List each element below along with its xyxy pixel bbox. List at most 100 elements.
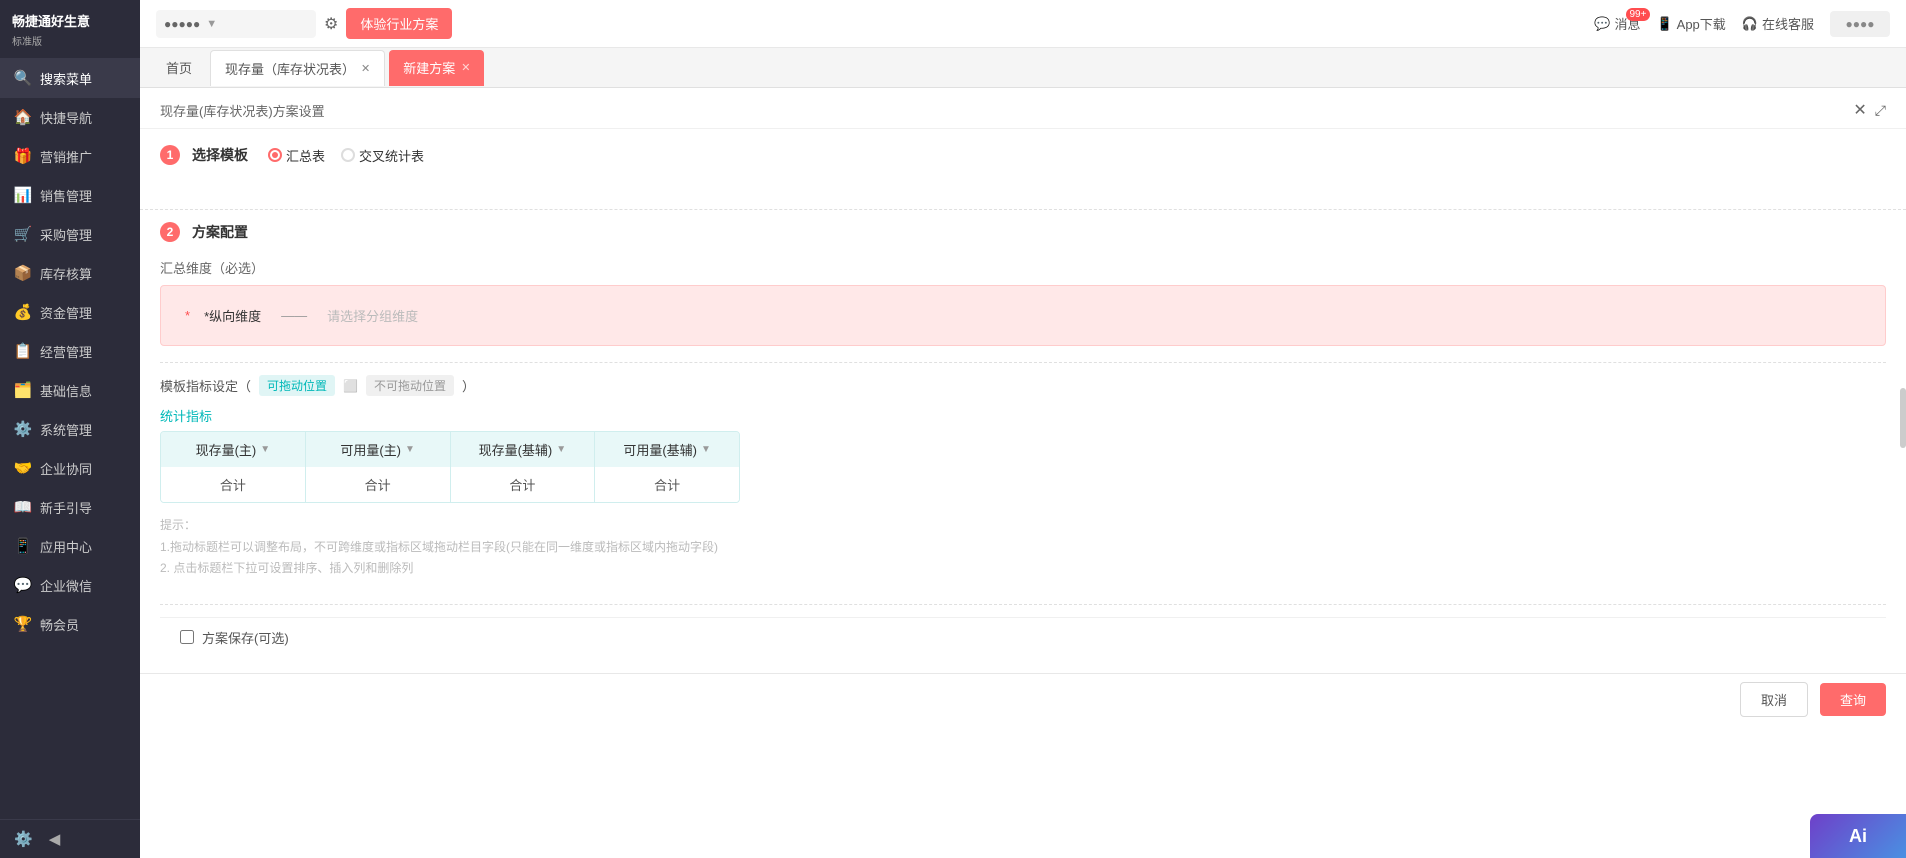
radio-summary-dot — [268, 148, 282, 162]
sidebar-item-label: 企业协同 — [40, 459, 92, 478]
sidebar-item-guide[interactable]: 📖 新手引导 — [0, 488, 140, 527]
stat-col-available-main[interactable]: 可用量(主) ▼ — [306, 432, 451, 467]
config-row: 模板指标设定（ 可拖动位置 ⬜ 不可拖动位置 ） — [160, 375, 1886, 396]
step1-num: 1 — [160, 145, 180, 165]
config-separator: ⬜ — [343, 379, 358, 393]
sidebar-item-label: 新手引导 — [40, 498, 92, 517]
movable-badge: 可拖动位置 — [259, 375, 335, 396]
book-icon: 📖 — [14, 498, 32, 516]
sidebar-item-search[interactable]: 🔍 搜索菜单 — [0, 59, 140, 98]
user-avatar[interactable]: ●●●● — [1830, 11, 1890, 37]
sidebar-item-sales[interactable]: 📊 销售管理 — [0, 176, 140, 215]
chevron-current-aux-icon[interactable]: ▼ — [556, 444, 566, 455]
sidebar-item-member[interactable]: 🏆 畅会员 — [0, 605, 140, 644]
tab-home[interactable]: 首页 — [152, 50, 206, 86]
trial-button[interactable]: 体验行业方案 — [346, 8, 452, 39]
stat-col-current-main-label: 现存量(主) — [196, 440, 257, 459]
sidebar-item-appstore[interactable]: 📱 应用中心 — [0, 527, 140, 566]
tab-home-label: 首页 — [166, 58, 192, 77]
app-title: 畅捷通好生意 — [12, 14, 128, 31]
scroll-indicator[interactable] — [1900, 388, 1906, 448]
topbar-settings-icon[interactable]: ⚙ — [324, 14, 338, 34]
sidebar-item-marketing[interactable]: 🎁 营销推广 — [0, 137, 140, 176]
topbar-left: ●●●●● ▼ ⚙ 体验行业方案 — [156, 8, 1582, 39]
cancel-button[interactable]: 取消 — [1740, 682, 1808, 717]
sidebar-item-quick-nav[interactable]: 🏠 快捷导航 — [0, 98, 140, 137]
ai-fab-label: Ai — [1849, 826, 1867, 847]
online-service-button[interactable]: 🎧 在线客服 — [1742, 14, 1814, 33]
stat-title: 统计指标 — [160, 406, 1886, 425]
sidebar-item-finance[interactable]: 💰 资金管理 — [0, 293, 140, 332]
pink-dimension-area: * *纵向维度 —— 请选择分组维度 — [160, 285, 1886, 346]
chevron-current-main-icon[interactable]: ▼ — [260, 444, 270, 455]
config-suffix: ） — [462, 376, 475, 395]
radio-cross-dot — [341, 148, 355, 162]
save-scheme-label: 方案保存(可选) — [202, 628, 289, 647]
sidebar-item-label: 库存核算 — [40, 264, 92, 283]
sidebar-item-label: 畅会员 — [40, 615, 79, 634]
radio-summary[interactable]: 汇总表 — [268, 146, 325, 165]
stat-cell-current-main: 合计 — [161, 467, 306, 502]
brand-text: ●●●●● — [164, 17, 200, 31]
step1-row: 1 选择模板 汇总表 交叉统计表 — [160, 145, 1886, 165]
stat-col-current-aux[interactable]: 现存量(基辅) ▼ — [451, 432, 596, 467]
sidebar-item-label: 营销推广 — [40, 147, 92, 166]
chevron-available-main-icon[interactable]: ▼ — [405, 444, 415, 455]
app-download-button[interactable]: 📱 App下载 — [1656, 14, 1725, 33]
tip-item-2: 2. 点击标题栏下拉可设置排序、插入列和删除列 — [160, 558, 1886, 580]
sidebar-item-contract[interactable]: 🤝 企业协同 — [0, 449, 140, 488]
sidebar-item-label: 经营管理 — [40, 342, 92, 361]
stat-col-available-main-label: 可用量(主) — [340, 440, 401, 459]
divider3 — [160, 604, 1886, 605]
step2-row: 2 方案配置 — [160, 222, 1886, 242]
close-panel-icon[interactable]: ✕ — [1853, 100, 1866, 120]
sidebar-item-system[interactable]: ⚙️ 系统管理 — [0, 410, 140, 449]
sidebar-item-operations[interactable]: 📋 经营管理 — [0, 332, 140, 371]
message-badge: 99+ — [1626, 8, 1651, 21]
required-star: * — [185, 308, 190, 323]
tab-inventory-status[interactable]: 现存量（库存状况表） ✕ — [210, 50, 385, 86]
sidebar-bottom: ⚙️ ◀ — [0, 819, 140, 858]
tips-section: 提示： 1.拖动标题栏可以调整布局，不可跨维度或指标区域拖动栏目字段(只能在同一… — [160, 503, 1886, 592]
gear-icon: ⚙️ — [14, 420, 32, 438]
unmovable-badge: 不可拖动位置 — [366, 375, 454, 396]
expand-icon[interactable]: ⤢ — [1875, 102, 1886, 119]
collapse-icon[interactable]: ◀ — [49, 830, 61, 848]
ai-fab-button[interactable]: Ai — [1810, 814, 1906, 858]
save-scheme-checkbox[interactable] — [180, 630, 194, 644]
step1-section: 1 选择模板 汇总表 交叉统计表 — [140, 129, 1906, 197]
tab-new-scheme-label: 新建方案 — [403, 58, 455, 77]
stat-col-available-aux[interactable]: 可用量(基辅) ▼ — [595, 432, 739, 467]
trophy-icon: 🏆 — [14, 615, 32, 633]
tab-new-scheme[interactable]: 新建方案 ✕ — [389, 50, 484, 86]
sidebar-item-inventory[interactable]: 📦 库存核算 — [0, 254, 140, 293]
vertical-dim-label: *纵向维度 — [204, 306, 261, 325]
sidebar-item-weixin[interactable]: 💬 企业微信 — [0, 566, 140, 605]
topbar-brand[interactable]: ●●●●● ▼ — [156, 10, 316, 38]
stat-table-header: 现存量(主) ▼ 可用量(主) ▼ 现存量(基辅) ▼ — [161, 432, 739, 467]
stat-col-current-main[interactable]: 现存量(主) ▼ — [161, 432, 306, 467]
gift-icon: 🎁 — [14, 147, 32, 165]
headset-icon: 🎧 — [1742, 16, 1758, 32]
handshake-icon: 🤝 — [14, 459, 32, 477]
service-label: 在线客服 — [1762, 14, 1814, 33]
radio-summary-label: 汇总表 — [286, 146, 325, 165]
chart-icon: 📊 — [14, 186, 32, 204]
step2-label: 方案配置 — [192, 222, 248, 242]
template-config: 模板指标设定（ 可拖动位置 ⬜ 不可拖动位置 ） — [160, 375, 1886, 396]
message-button[interactable]: 💬 消息 99+ — [1594, 14, 1640, 33]
tab-inventory-close-icon[interactable]: ✕ — [361, 62, 370, 75]
sidebar-item-purchase[interactable]: 🛒 采购管理 — [0, 215, 140, 254]
radio-cross[interactable]: 交叉统计表 — [341, 146, 424, 165]
tab-new-scheme-close-icon[interactable]: ✕ — [461, 61, 470, 74]
stat-cell-current-aux: 合计 — [451, 467, 596, 502]
dim-placeholder[interactable]: 请选择分组维度 — [327, 306, 418, 325]
chevron-down-icon[interactable]: ▼ — [206, 18, 217, 30]
dimension-section-title: 汇总维度（必选） — [160, 258, 1886, 277]
tab-inventory-label: 现存量（库存状况表） — [225, 59, 355, 78]
chevron-available-aux-icon[interactable]: ▼ — [701, 444, 711, 455]
settings-bottom-icon[interactable]: ⚙️ — [14, 830, 33, 848]
query-button[interactable]: 查询 — [1820, 683, 1886, 716]
step2-num: 2 — [160, 222, 180, 242]
sidebar-item-basics[interactable]: 🗂️ 基础信息 — [0, 371, 140, 410]
